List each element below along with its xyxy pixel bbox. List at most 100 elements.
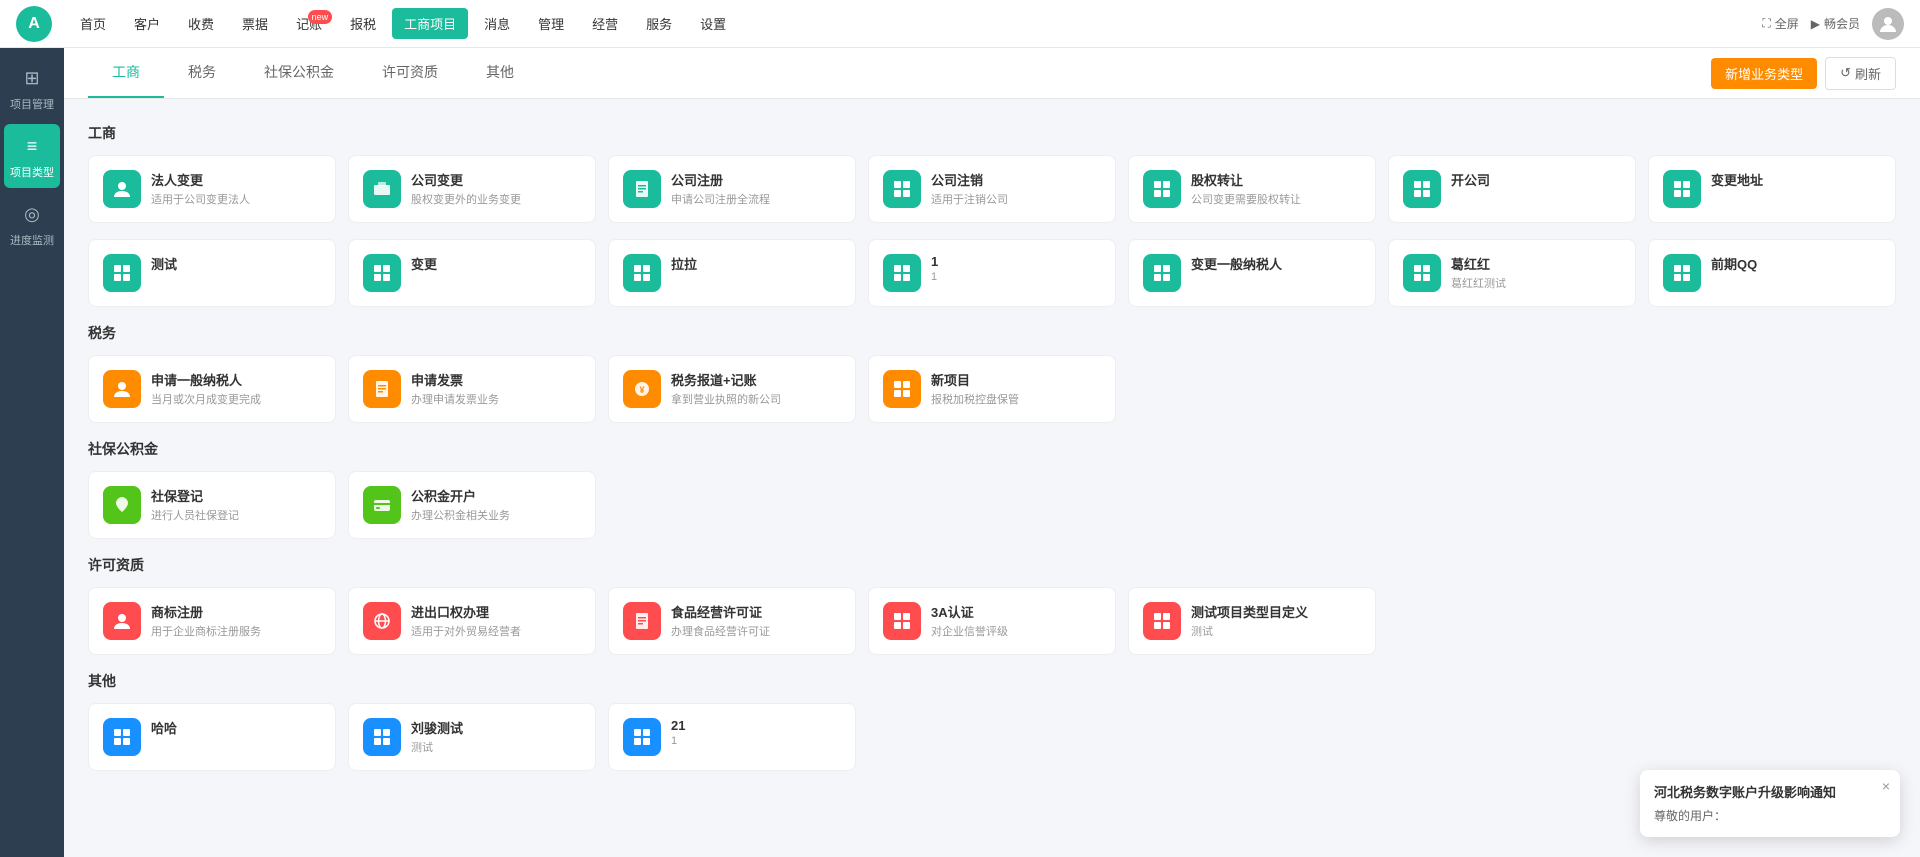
sidebar-label-project-type: 项目类型 (10, 164, 54, 180)
refresh-button[interactable]: ↺ 刷新 (1825, 57, 1896, 90)
card-name-3a-cert: 3A认证 (931, 602, 1101, 621)
notification-close-btn[interactable]: × (1882, 778, 1890, 794)
card-name-change-address: 变更地址 (1711, 170, 1881, 189)
card-lala[interactable]: 拉拉 (608, 239, 856, 307)
card-apply-taxpayer[interactable]: 申请一般纳税人 当月或次月成变更完成 (88, 355, 336, 423)
card-change[interactable]: 变更 (348, 239, 596, 307)
card-tax-report[interactable]: ¥ 税务报道+记账 拿到营业执照的新公司 (608, 355, 856, 423)
card-name-fund-open: 公积金开户 (411, 486, 581, 505)
nav-right: ⛶ 全屏 ▶ 畅会员 (1762, 8, 1904, 40)
card-icon-tax-report: ¥ (623, 370, 661, 408)
tab-social-fund[interactable]: 社保公积金 (240, 48, 358, 98)
refresh-icon: ↺ (1840, 65, 1851, 81)
new-type-button[interactable]: 新增业务类型 (1711, 58, 1817, 89)
tab-permit[interactable]: 许可资质 (358, 48, 462, 98)
nav-item-industry[interactable]: 工商项目 (392, 8, 468, 39)
card-text-apply-invoice: 申请发票 办理申请发票业务 (411, 370, 581, 407)
card-change-address[interactable]: 变更地址 (1648, 155, 1896, 223)
card-name-tax-report: 税务报道+记账 (671, 370, 841, 389)
nav-item-ticket[interactable]: 票据 (230, 8, 280, 39)
other-title: 其他 (88, 671, 1896, 691)
card-fund-open[interactable]: 公积金开户 办理公积金相关业务 (348, 471, 596, 539)
card-import-export[interactable]: 进出口权办理 适用于对外贸易经营者 (348, 587, 596, 655)
nav-item-settings[interactable]: 设置 (688, 8, 738, 39)
card-gehonghong[interactable]: 葛红红 葛红红测试 (1388, 239, 1636, 307)
main-content: 工商税务社保公积金许可资质其他 新增业务类型 ↺ 刷新 工商 法人变更 适用于公… (64, 48, 1920, 857)
card-food-permit[interactable]: 食品经营许可证 办理食品经营许可证 (608, 587, 856, 655)
notification-title: 河北税务数字账户升级影响通知 (1654, 782, 1886, 801)
card-text-new-project: 新项目 报税加税控盘保管 (931, 370, 1101, 407)
social-fund-section: 社保公积金 社保登记 进行人员社保登记 公积金开户 办理公积金相关业务 (88, 439, 1896, 539)
content-header: 工商税务社保公积金许可资质其他 新增业务类型 ↺ 刷新 (64, 48, 1920, 99)
nav-item-tax[interactable]: 报税 (338, 8, 388, 39)
card-text-change-taxpayer: 变更一般纳税人 (1191, 254, 1361, 273)
card-desc-gehonghong: 葛红红测试 (1451, 275, 1621, 291)
content-body: 工商 法人变更 适用于公司变更法人 公司变更 股权变更外的业务变更 公司注册 (64, 99, 1920, 803)
card-social-reg[interactable]: 社保登记 进行人员社保登记 (88, 471, 336, 539)
card-icon-gehonghong (1403, 254, 1441, 292)
card-desc-food-permit: 办理食品经营许可证 (671, 623, 841, 639)
card-new-project[interactable]: 新项目 报税加税控盘保管 (868, 355, 1116, 423)
nav-item-accounting[interactable]: 记账new (284, 8, 334, 39)
card-desc-test-define: 测试 (1191, 623, 1361, 639)
card-desc-import-export: 适用于对外贸易经营者 (411, 623, 581, 639)
card-prev-qq[interactable]: 前期QQ (1648, 239, 1896, 307)
card-haha[interactable]: 哈哈 (88, 703, 336, 771)
card-text-company-change: 公司变更 股权变更外的业务变更 (411, 170, 581, 207)
card-apply-invoice[interactable]: 申请发票 办理申请发票业务 (348, 355, 596, 423)
nav-item-client[interactable]: 客户 (122, 8, 172, 39)
social-fund-title: 社保公积金 (88, 439, 1896, 459)
sidebar-item-progress-monitor[interactable]: ◎进度监测 (4, 192, 60, 256)
tab-tax[interactable]: 税务 (164, 48, 240, 98)
card-name-test-define: 测试项目类型目定义 (1191, 602, 1361, 621)
card-icon-open-company (1403, 170, 1441, 208)
card-icon-company-change (363, 170, 401, 208)
card-text-gehonghong: 葛红红 葛红红测试 (1451, 254, 1621, 291)
card-legal-change[interactable]: 法人变更 适用于公司变更法人 (88, 155, 336, 223)
card-icon-liu-pei-test (363, 718, 401, 756)
card-test-define[interactable]: 测试项目类型目定义 测试 (1128, 587, 1376, 655)
card-icon-new-project (883, 370, 921, 408)
card-company-reg[interactable]: 公司注册 申请公司注册全流程 (608, 155, 856, 223)
nav-item-operation[interactable]: 经营 (580, 8, 630, 39)
card-trademark[interactable]: 商标注册 用于企业商标注册服务 (88, 587, 336, 655)
user-avatar[interactable] (1872, 8, 1904, 40)
card-equity-transfer[interactable]: 股权转让 公司变更需要股权转让 (1128, 155, 1376, 223)
card-icon-trademark (103, 602, 141, 640)
card-company-change[interactable]: 公司变更 股权变更外的业务变更 (348, 155, 596, 223)
fullscreen-btn[interactable]: ⛶ 全屏 (1762, 15, 1798, 32)
industry-cards-row2: 测试 变更 拉拉 1 1 (88, 239, 1896, 307)
sidebar-icon-project-manage: ⊞ (18, 64, 46, 92)
card-change-taxpayer[interactable]: 变更一般纳税人 (1128, 239, 1376, 307)
card-company-cancel[interactable]: 公司注销 适用于注销公司 (868, 155, 1116, 223)
card-one[interactable]: 1 1 (868, 239, 1116, 307)
tab-industry[interactable]: 工商 (88, 48, 164, 98)
member-btn[interactable]: ▶ 畅会员 (1811, 15, 1860, 32)
nav-item-service[interactable]: 服务 (634, 8, 684, 39)
card-text-3a-cert: 3A认证 对企业信誉评级 (931, 602, 1101, 639)
nav-item-manage[interactable]: 管理 (526, 8, 576, 39)
card-icon-social-reg (103, 486, 141, 524)
sidebar-item-project-manage[interactable]: ⊞项目管理 (4, 56, 60, 120)
card-text-trademark: 商标注册 用于企业商标注册服务 (151, 602, 321, 639)
header-actions: 新增业务类型 ↺ 刷新 (1711, 57, 1896, 90)
tab-other[interactable]: 其他 (462, 48, 538, 98)
card-liu-pei-test[interactable]: 刘骏测试 测试 (348, 703, 596, 771)
card-name-equity-transfer: 股权转让 (1191, 170, 1361, 189)
sidebar-item-project-type[interactable]: ≡项目类型 (4, 124, 60, 188)
card-desc-new-project: 报税加税控盘保管 (931, 391, 1101, 407)
card-test[interactable]: 测试 (88, 239, 336, 307)
nav-item-home[interactable]: 首页 (68, 8, 118, 39)
card-twenty-one[interactable]: 21 1 (608, 703, 856, 771)
nav-item-billing[interactable]: 收费 (176, 8, 226, 39)
nav-item-message[interactable]: 消息 (472, 8, 522, 39)
sidebar-label-progress-monitor: 进度监测 (10, 232, 54, 248)
card-text-import-export: 进出口权办理 适用于对外贸易经营者 (411, 602, 581, 639)
card-open-company[interactable]: 开公司 (1388, 155, 1636, 223)
card-3a-cert[interactable]: 3A认证 对企业信誉评级 (868, 587, 1116, 655)
nav-badge-accounting: new (308, 10, 333, 24)
card-text-lala: 拉拉 (671, 254, 841, 273)
card-icon-equity-transfer (1143, 170, 1181, 208)
logo[interactable]: A (16, 6, 52, 42)
card-text-equity-transfer: 股权转让 公司变更需要股权转让 (1191, 170, 1361, 207)
